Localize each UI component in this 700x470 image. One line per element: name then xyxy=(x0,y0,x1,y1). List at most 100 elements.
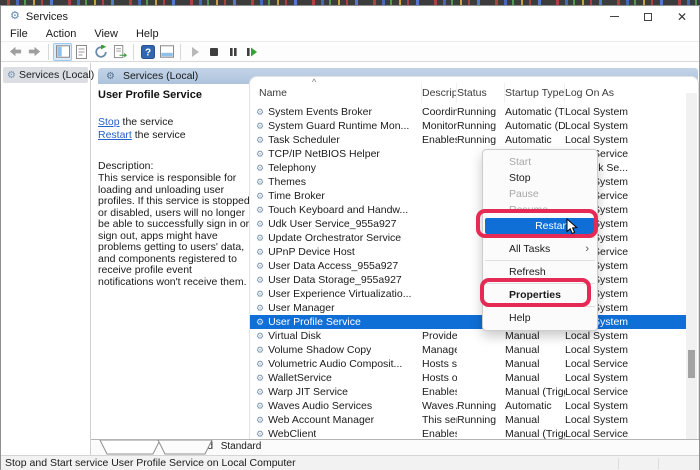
svg-text:?: ? xyxy=(144,47,150,58)
refresh-icon xyxy=(94,44,107,58)
service-name: Warp JIT Service xyxy=(268,386,349,398)
service-row-system-guard-runtime-mon-[interactable]: ⚙System Guard Runtime Mon... Monitors an.… xyxy=(250,119,688,133)
pause-service-button[interactable] xyxy=(223,43,242,61)
context-menu-item-all-tasks[interactable]: All Tasks › xyxy=(483,241,597,257)
service-row-volume-shadow-copy[interactable]: ⚙Volume Shadow Copy Manages an... Manual Lo… xyxy=(250,343,688,357)
maximize-button[interactable] xyxy=(631,6,665,27)
status-bar-text: Stop and Start service User Profile Serv… xyxy=(5,457,296,469)
service-name: Task Scheduler xyxy=(268,134,340,146)
tab-extended[interactable]: Extended xyxy=(99,439,213,455)
status-bar-separator xyxy=(658,458,659,469)
export-list-button[interactable] xyxy=(110,43,129,61)
properties-button[interactable] xyxy=(72,43,91,61)
context-menu-item-properties[interactable]: Properties xyxy=(483,287,597,303)
service-row-touch-keyboard-and-handw-[interactable]: ⚙Touch Keyboard and Handw...Automatic (T… xyxy=(250,203,688,217)
status-bar-separator xyxy=(618,458,619,469)
show-console-tree-button[interactable] xyxy=(53,42,72,61)
context-menu-item-stop[interactable]: Stop xyxy=(483,170,597,186)
context-menu-item-help[interactable]: Help xyxy=(483,310,597,326)
service-description: Enables JIT c... xyxy=(422,386,457,398)
menu-file[interactable]: File xyxy=(1,28,37,40)
services-rows: ⚙System Events BrokerCoordinates ...Runn… xyxy=(250,105,688,441)
service-gear-icon: ⚙ xyxy=(256,246,265,257)
status-bar: Stop and Start service User Profile Serv… xyxy=(1,455,699,470)
stop-service-line: Stop the service xyxy=(98,116,174,128)
service-row-user-data-access-955a927[interactable]: ⚙User Data Access_955a927ManualLocal Sys… xyxy=(250,259,688,273)
service-row-waves-audio-services[interactable]: ⚙Waves Audio Services Waves Audi...Runnin… xyxy=(250,399,688,413)
service-row-task-scheduler[interactable]: ⚙Task Scheduler Enables a us...Running Aut… xyxy=(250,133,688,147)
service-row-virtual-disk[interactable]: ⚙Virtual Disk Provides ma... Manual Local S… xyxy=(250,329,688,343)
service-row-system-events-broker[interactable]: ⚙System Events Broker Coordinates ...Runn… xyxy=(250,105,688,119)
service-row-user-experience-virtualizatio-[interactable]: ⚙User Experience Virtualizatio...Disable… xyxy=(250,287,688,301)
context-menu-item-restart[interactable]: Restart xyxy=(485,218,595,234)
start-service-button[interactable] xyxy=(185,43,204,61)
back-button[interactable] xyxy=(6,43,25,61)
service-startup-type: Manual xyxy=(505,330,540,342)
service-gear-icon: ⚙ xyxy=(256,218,265,229)
service-gear-icon: ⚙ xyxy=(256,274,265,285)
close-button[interactable]: ✕ xyxy=(665,6,699,27)
restart-service-link[interactable]: Restart xyxy=(98,129,132,141)
stop-service-link[interactable]: Stop xyxy=(98,116,120,128)
menu-bar: File Action View Help xyxy=(1,27,699,41)
context-menu-separator xyxy=(485,237,595,238)
service-row-upnp-device-host[interactable]: ⚙UPnP Device HostManualLocal Service xyxy=(250,245,688,259)
service-status: Running xyxy=(457,414,497,426)
service-gear-icon: ⚙ xyxy=(256,204,265,215)
service-name: Volume Shadow Copy xyxy=(268,344,372,356)
service-row-volumetric-audio-composit-[interactable]: ⚙Volumetric Audio Composit... Hosts spati… xyxy=(250,357,688,371)
service-row-web-account-manager[interactable]: ⚙Web Account Manager This service i...Run… xyxy=(250,413,688,427)
service-log-on-as: Local System xyxy=(565,400,629,412)
context-menu-item-refresh[interactable]: Refresh xyxy=(483,264,597,280)
service-log-on-as: Local System xyxy=(565,372,629,384)
service-row-update-orchestrator-service[interactable]: ⚙Update Orchestrator ServiceAutomatic (D… xyxy=(250,231,688,245)
service-row-warp-jit-service[interactable]: ⚙Warp JIT Service Enables JIT c... Manual … xyxy=(250,385,688,399)
service-row-udk-user-service-955a927[interactable]: ⚙Udk User Service_955a927ManualLocal Sys… xyxy=(250,217,688,231)
context-menu: Start Stop Pause Resume Restart All Tasks › Ref… xyxy=(482,149,598,331)
menu-help[interactable]: Help xyxy=(127,28,168,40)
service-row-telephony[interactable]: ⚙TelephonyManualNetwork Se... xyxy=(250,161,688,175)
window-title: Services xyxy=(25,10,69,23)
service-gear-icon: ⚙ xyxy=(256,358,265,369)
list-scrollbar[interactable] xyxy=(686,93,697,443)
service-row-user-data-storage-955a927[interactable]: ⚙User Data Storage_955a927ManualLocal Sy… xyxy=(250,273,688,287)
service-row-themes[interactable]: ⚙ThemesAutomaticLocal System xyxy=(250,175,688,189)
column-header-name[interactable]: Name xyxy=(256,83,422,103)
menu-view[interactable]: View xyxy=(85,28,127,40)
refresh-button[interactable] xyxy=(91,43,110,61)
service-row-tcp-ip-netbios-helper[interactable]: ⚙TCP/IP NetBIOS HelperManual (Trigg...Lo… xyxy=(250,147,688,161)
menu-action[interactable]: Action xyxy=(37,28,86,40)
column-header-status[interactable]: Status xyxy=(457,83,505,103)
service-log-on-as: Local System xyxy=(565,414,629,426)
service-gear-icon: ⚙ xyxy=(256,414,265,425)
help-button[interactable]: ? xyxy=(138,43,157,61)
service-gear-icon: ⚙ xyxy=(256,330,265,341)
service-gear-icon: ⚙ xyxy=(256,148,265,159)
forward-button[interactable] xyxy=(25,43,44,61)
tree-item-services-local[interactable]: ⚙ Services (Local) xyxy=(3,67,94,83)
service-log-on-as: Local Service xyxy=(565,358,629,370)
minimize-button[interactable] xyxy=(597,6,631,27)
tab-standard[interactable]: Standard xyxy=(157,439,261,455)
stop-service-button[interactable] xyxy=(204,43,223,61)
service-row-time-broker[interactable]: ⚙Time BrokerManual (Trigg...Local Servic… xyxy=(250,189,688,203)
column-header-description[interactable]: Description xyxy=(422,83,457,103)
column-header-log-on-as[interactable]: Log On As xyxy=(565,83,688,103)
service-description: Waves Audi... xyxy=(422,400,457,412)
service-row-user-profile-service[interactable]: ⚙User Profile ServiceAutomaticLocal Syst… xyxy=(250,315,688,329)
toolbar-separator xyxy=(180,43,181,60)
service-name: Time Broker xyxy=(268,190,325,202)
service-gear-icon: ⚙ xyxy=(256,190,265,201)
restart-service-button[interactable] xyxy=(242,43,261,61)
service-status: Running xyxy=(457,134,497,146)
column-header-startup-type[interactable]: Startup Type xyxy=(505,83,565,103)
service-gear-icon: ⚙ xyxy=(256,344,265,355)
service-name: Telephony xyxy=(268,162,316,174)
service-row-user-manager[interactable]: ⚙User ManagerAutomatic (Tri...Local Syst… xyxy=(250,301,688,315)
service-name: User Manager xyxy=(268,302,335,314)
service-row-walletservice[interactable]: ⚙WalletService Hosts object... Manual Local… xyxy=(250,371,688,385)
service-startup-type: Automatic (De... xyxy=(505,120,565,132)
list-scrollbar-thumb[interactable] xyxy=(688,350,695,378)
stop-icon xyxy=(209,47,218,56)
show-action-pane-button[interactable] xyxy=(157,43,176,61)
